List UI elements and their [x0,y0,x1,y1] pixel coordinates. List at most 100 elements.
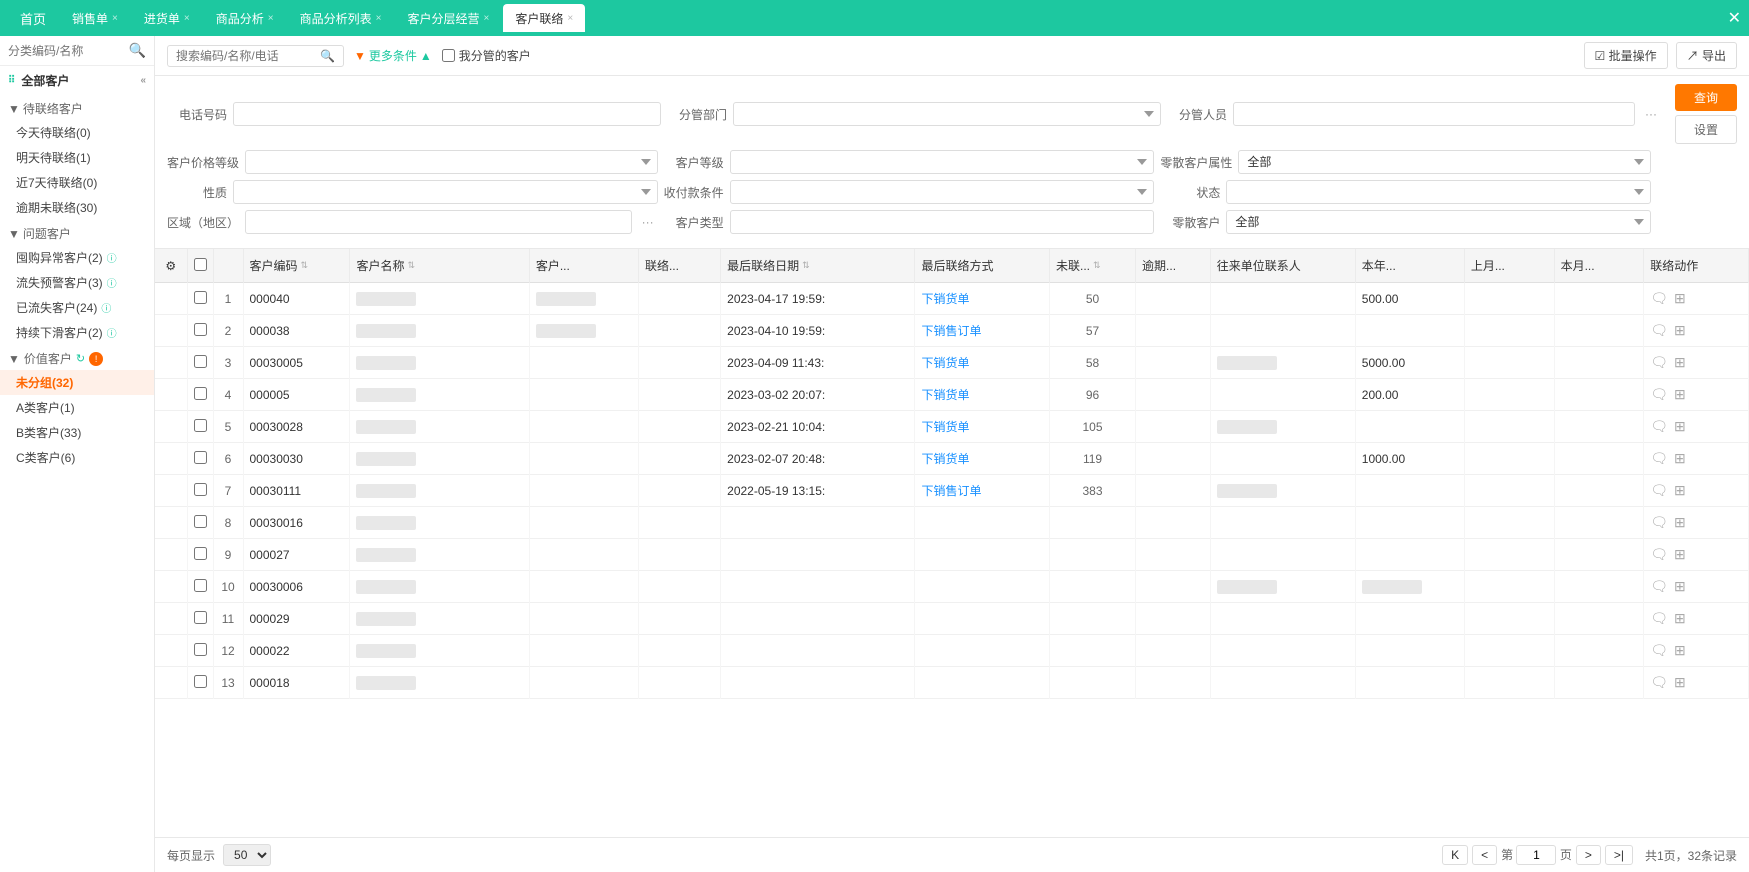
search-box[interactable]: 🔍 [167,45,344,67]
nav-tab-product-analysis-list[interactable]: 商品分析列表 × [288,4,394,32]
col-last-contact-date[interactable]: 最后联络日期⇅ [721,249,915,283]
contact-grid-icon[interactable]: ⊞ [1674,642,1686,659]
sidebar-group-value-customers[interactable]: ▼ 价值客户 ↻ ! [0,345,154,370]
row-last-contact-method-cell[interactable] [915,603,1050,635]
row-last-contact-method-cell[interactable]: 下销货单 [915,283,1050,315]
row-checkbox-cell[interactable] [187,539,213,571]
row-checkbox[interactable] [194,611,207,624]
col-code[interactable]: 客户编码⇅ [243,249,350,283]
col-settings[interactable]: ⚙ [155,249,187,283]
row-checkbox[interactable] [194,355,207,368]
contact-method-link[interactable]: 下销售订单 [921,324,981,338]
phone-input[interactable] [233,102,661,126]
customer-type-input[interactable] [730,210,1155,234]
more-conditions-btn[interactable]: ▼ 更多条件 ▲ [354,47,432,64]
contact-phone-icon[interactable]: 🗨 [1650,482,1668,499]
row-checkbox[interactable] [194,515,207,528]
contact-grid-icon[interactable]: ⊞ [1674,482,1686,499]
sidebar-item-tomorrow-pending[interactable]: 明天待联络(1) [0,145,154,170]
contact-phone-icon[interactable]: 🗨 [1650,610,1668,627]
nav-tab-purchase[interactable]: 进货单 × [132,4,202,32]
contact-grid-icon[interactable]: ⊞ [1674,514,1686,531]
region-dots-icon[interactable]: ··· [638,215,658,229]
contact-phone-icon[interactable]: 🗨 [1650,322,1668,339]
status-select[interactable] [1226,180,1651,204]
contact-phone-icon[interactable]: 🗨 [1650,386,1668,403]
contact-grid-icon[interactable]: ⊞ [1674,386,1686,403]
row-checkbox[interactable] [194,451,207,464]
home-tab[interactable]: 首页 [8,9,58,28]
settings-icon[interactable]: ⚙ [165,259,176,273]
contact-method-link[interactable]: 下销货单 [921,388,969,402]
row-checkbox-cell[interactable] [187,411,213,443]
nav-tab-customer-contact[interactable]: 客户联络 × [503,4,585,32]
contact-phone-icon[interactable]: 🗨 [1650,578,1668,595]
all-customers-header[interactable]: ⠿ 全部客户 « [0,66,154,95]
col-last-contact-method[interactable]: 最后联络方式 [915,249,1050,283]
region-input[interactable] [245,210,632,234]
sidebar-item-churn-warning[interactable]: 流失预警客户(3) ⓘ [0,270,154,295]
row-checkbox-cell[interactable] [187,443,213,475]
row-checkbox[interactable] [194,483,207,496]
contact-grid-icon[interactable]: ⊞ [1674,322,1686,339]
nav-tab-sales[interactable]: 销售单 × [60,4,130,32]
contact-phone-icon[interactable]: 🗨 [1650,514,1668,531]
contact-grid-icon[interactable]: ⊞ [1674,354,1686,371]
row-last-contact-method-cell[interactable]: 下销货单 [915,379,1050,411]
row-last-contact-method-cell[interactable] [915,507,1050,539]
close-all-tabs-icon[interactable]: ✕ [1728,8,1741,28]
col-last-month[interactable]: 上月... [1464,249,1554,283]
sidebar-item-class-b[interactable]: B类客户(33) [0,420,154,445]
col-this-month[interactable]: 本月... [1554,249,1644,283]
row-checkbox-cell[interactable] [187,315,213,347]
export-button[interactable]: ↗ 导出 [1676,42,1737,69]
contact-grid-icon[interactable]: ⊞ [1674,674,1686,691]
contact-phone-icon[interactable]: 🗨 [1650,674,1668,691]
batch-ops-button[interactable]: ☑ 批量操作 [1584,42,1668,69]
refresh-icon[interactable]: ↻ [76,352,85,365]
dept-select[interactable] [733,102,1161,126]
row-checkbox[interactable] [194,291,207,304]
close-customer-tier-tab-icon[interactable]: × [483,13,489,24]
last-page-button[interactable]: >| [1605,845,1633,865]
reset-button[interactable]: 设置 [1675,115,1737,144]
row-checkbox[interactable] [194,323,207,336]
contact-method-link[interactable]: 下销货单 [921,420,969,434]
person-dots-icon[interactable]: ··· [1641,107,1661,121]
contact-phone-icon[interactable]: 🗨 [1650,418,1668,435]
sidebar-item-ungrouped[interactable]: 未分组(32) [0,370,154,395]
row-checkbox[interactable] [194,547,207,560]
contact-grid-icon[interactable]: ⊞ [1674,546,1686,563]
sidebar-item-declining[interactable]: 持续下滑客户(2) ⓘ [0,320,154,345]
contact-grid-icon[interactable]: ⊞ [1674,450,1686,467]
row-checkbox-cell[interactable] [187,603,213,635]
sidebar-group-pending-contact[interactable]: ▼ 待联络客户 [0,95,154,120]
first-page-button[interactable]: K [1442,845,1468,865]
sidebar-search-input[interactable] [8,44,125,58]
close-customer-contact-tab-icon[interactable]: × [567,13,573,24]
contact-method-link[interactable]: 下销货单 [921,356,969,370]
contact-grid-icon[interactable]: ⊞ [1674,290,1686,307]
level-select[interactable] [730,150,1155,174]
payment-select[interactable] [730,180,1155,204]
sidebar-item-churned[interactable]: 已流失客户(24) ⓘ [0,295,154,320]
row-last-contact-method-cell[interactable] [915,667,1050,699]
sidebar-item-today-pending[interactable]: 今天待联络(0) [0,120,154,145]
sidebar-item-class-a[interactable]: A类客户(1) [0,395,154,420]
sidebar-search-icon[interactable]: 🔍 [129,42,146,59]
page-number-input[interactable] [1516,845,1556,865]
sidebar-item-7day-pending[interactable]: 近7天待联络(0) [0,170,154,195]
close-product-analysis-tab-icon[interactable]: × [268,13,274,24]
prev-page-button[interactable]: < [1472,845,1497,865]
retail-customer-select[interactable]: 全部 [1226,210,1651,234]
sidebar-item-class-c[interactable]: C类客户(6) [0,445,154,470]
search-icon[interactable]: 🔍 [320,49,335,63]
col-name[interactable]: 客户名称⇅ [350,249,529,283]
col-checkbox[interactable] [187,249,213,283]
row-checkbox-cell[interactable] [187,635,213,667]
row-checkbox[interactable] [194,387,207,400]
row-checkbox-cell[interactable] [187,571,213,603]
retail-attr-select[interactable]: 全部 [1238,150,1651,174]
sidebar-item-overdue-contact[interactable]: 逾期未联络(30) [0,195,154,220]
close-sales-tab-icon[interactable]: × [112,13,118,24]
